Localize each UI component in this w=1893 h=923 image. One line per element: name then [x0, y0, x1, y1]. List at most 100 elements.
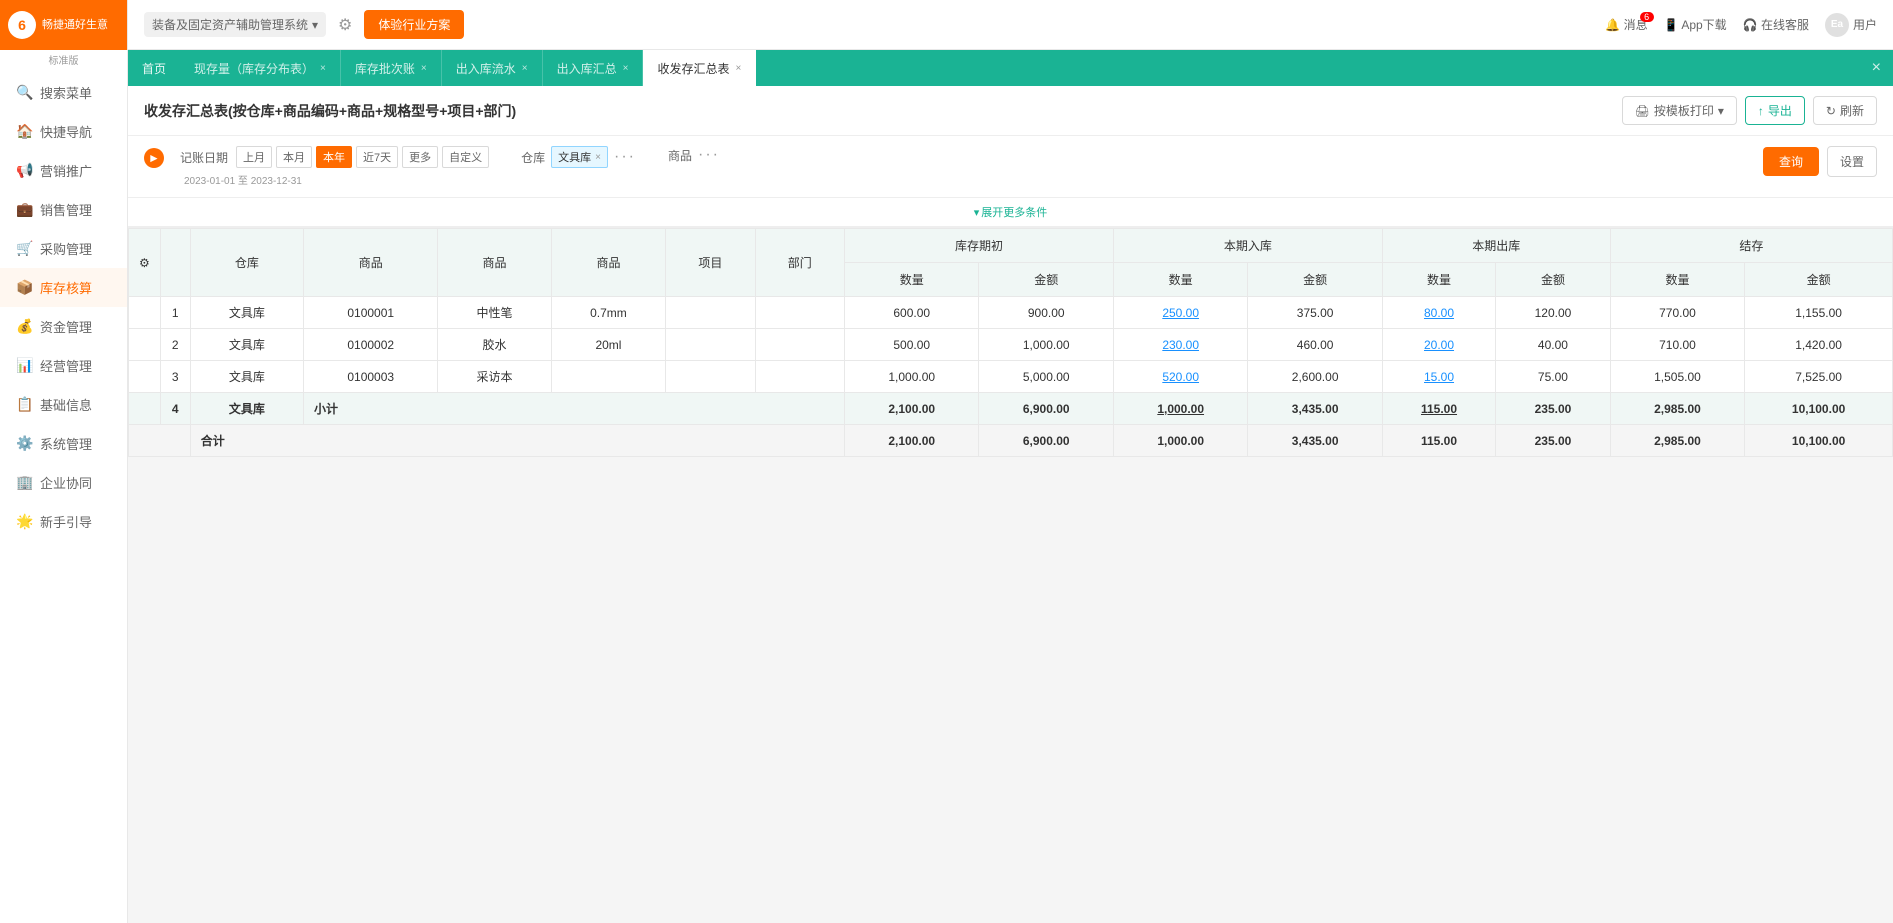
print-button[interactable]: 🖨 按模板打印 ▾	[1622, 96, 1737, 125]
last-month-btn[interactable]: 上月	[236, 146, 272, 168]
row-opening-amt: 900.00	[979, 297, 1113, 329]
refresh-button[interactable]: ↻ 刷新	[1813, 96, 1877, 125]
sidebar-item-label: 采购管理	[40, 239, 92, 258]
total-in-amt: 3,435.00	[1248, 425, 1382, 457]
sidebar-item-marketing[interactable]: 📢 营销推广	[0, 151, 127, 190]
logo-text: 畅捷通好生意	[42, 18, 108, 32]
sidebar-item-system[interactable]: ⚙️ 系统管理	[0, 424, 127, 463]
subtotal-row: 4 文具库 小计 2,100.00 6,900.00 1,000.00 3,43…	[129, 393, 1893, 425]
sidebar-item-finance[interactable]: 💰 资金管理	[0, 307, 127, 346]
tab-close-icon[interactable]: ×	[735, 63, 741, 74]
row-out-qty[interactable]: 80.00	[1382, 297, 1495, 329]
chevron-down-icon: ▾	[974, 206, 980, 219]
goods-more-icon[interactable]: ···	[698, 146, 720, 164]
sales-icon: 💼	[16, 201, 32, 218]
total-out-qty: 115.00	[1382, 425, 1495, 457]
logo-sublabel: 标准版	[0, 50, 127, 73]
total-out-amt: 235.00	[1496, 425, 1611, 457]
subtotal-gear	[129, 393, 161, 425]
tab-label: 出入库流水	[456, 60, 516, 77]
online-service-link[interactable]: 🎧 在线客服	[1743, 16, 1809, 33]
sidebar-item-label: 企业协同	[40, 473, 92, 492]
warehouse-filter-tag: 文具库 ×	[551, 146, 608, 168]
this-year-btn[interactable]: 本年	[316, 146, 352, 168]
th-project: 项目	[666, 229, 755, 297]
sidebar-item-newbie[interactable]: 🌟 新手引导	[0, 502, 127, 541]
th-code: 商品	[303, 229, 437, 297]
last-7days-btn[interactable]: 近7天	[356, 146, 398, 168]
system-name[interactable]: 装备及固定资产辅助管理系统 ▾	[144, 12, 326, 37]
row-project	[666, 329, 755, 361]
tab-label: 现存量（库存分布表）	[194, 60, 314, 77]
tab-close-icon[interactable]: ×	[623, 63, 629, 74]
tab-recv-send-summary[interactable]: 收发存汇总表 ×	[643, 50, 756, 86]
expand-conditions-btn[interactable]: ▾ 展开更多条件	[974, 204, 1048, 220]
th-gear: ⚙	[129, 229, 161, 297]
sidebar-item-search[interactable]: 🔍 搜索菜单	[0, 73, 127, 112]
row-out-amt: 75.00	[1496, 361, 1611, 393]
sidebar-item-label: 库存核算	[40, 278, 92, 297]
row-project	[666, 297, 755, 329]
sidebar-item-label: 销售管理	[40, 200, 92, 219]
th-opening-amt: 金额	[979, 263, 1113, 297]
sidebar-item-purchase[interactable]: 🛒 采购管理	[0, 229, 127, 268]
row-out-qty[interactable]: 15.00	[1382, 361, 1495, 393]
tab-inventory-dist[interactable]: 现存量（库存分布表） ×	[180, 50, 341, 86]
row-in-qty[interactable]: 250.00	[1113, 297, 1247, 329]
user-menu[interactable]: Ea 用户	[1825, 13, 1877, 37]
sidebar-item-inventory[interactable]: 📦 库存核算	[0, 268, 127, 307]
tab-bar: 首页 现存量（库存分布表） × 库存批次账 × 出入库流水 × 出入库汇总 × …	[128, 50, 1893, 86]
logo-icon: 6	[8, 11, 36, 39]
th-opening-qty: 数量	[845, 263, 979, 297]
sidebar-item-quick-nav[interactable]: 🏠 快捷导航	[0, 112, 127, 151]
warehouse-more-icon[interactable]: ···	[614, 148, 636, 166]
gear-icon[interactable]: ⚙	[139, 256, 150, 270]
notification-badge[interactable]: 🔔 6 消息	[1605, 16, 1647, 33]
tab-inout-summary[interactable]: 出入库汇总 ×	[543, 50, 644, 86]
th-spec: 商品	[551, 229, 666, 297]
sidebar-item-label: 经营管理	[40, 356, 92, 375]
this-month-btn[interactable]: 本月	[276, 146, 312, 168]
row-dept	[755, 329, 844, 361]
th-in-group: 本期入库	[1113, 229, 1382, 263]
row-project	[666, 361, 755, 393]
warehouse-filter-label: 仓库	[521, 149, 545, 166]
tab-close-icon[interactable]: ×	[421, 63, 427, 74]
settings-button[interactable]: 设置	[1827, 146, 1877, 177]
row-opening-amt: 5,000.00	[979, 361, 1113, 393]
tab-close-icon[interactable]: ×	[522, 63, 528, 74]
user-label: 用户	[1853, 16, 1877, 33]
row-out-amt: 120.00	[1496, 297, 1611, 329]
row-out-qty[interactable]: 20.00	[1382, 329, 1495, 361]
print-icon: 🖨	[1635, 104, 1650, 118]
purchase-icon: 🛒	[16, 240, 32, 257]
warehouse-tag-close-icon[interactable]: ×	[595, 152, 601, 163]
goods-filter-label: 商品	[668, 147, 692, 164]
trial-button[interactable]: 体验行业方案	[364, 10, 464, 39]
warehouse-tag-value: 文具库	[558, 149, 591, 165]
tab-home[interactable]: 首页	[128, 50, 180, 86]
sidebar-item-enterprise[interactable]: 🏢 企业协同	[0, 463, 127, 502]
sidebar-item-base-info[interactable]: 📋 基础信息	[0, 385, 127, 424]
tab-batch-ledger[interactable]: 库存批次账 ×	[341, 50, 442, 86]
sidebar-item-sales[interactable]: 💼 销售管理	[0, 190, 127, 229]
tab-inout-flow[interactable]: 出入库流水 ×	[442, 50, 543, 86]
th-out-qty: 数量	[1382, 263, 1495, 297]
row-in-qty[interactable]: 520.00	[1113, 361, 1247, 393]
row-balance-qty: 770.00	[1610, 297, 1744, 329]
row-in-qty[interactable]: 230.00	[1113, 329, 1247, 361]
tab-close-icon[interactable]: ×	[320, 63, 326, 74]
custom-date-btn[interactable]: 自定义	[442, 146, 489, 168]
subtotal-in-amt: 3,435.00	[1248, 393, 1382, 425]
app-download-link[interactable]: 📱 App下载	[1664, 16, 1727, 33]
filter-collapse-btn[interactable]: ►	[144, 148, 164, 168]
total-balance-qty: 2,985.00	[1610, 425, 1744, 457]
more-date-btn[interactable]: 更多	[402, 146, 438, 168]
subtotal-label: 小计	[303, 393, 844, 425]
settings-gear-icon[interactable]: ⚙	[338, 15, 352, 35]
query-button[interactable]: 查询	[1763, 147, 1819, 176]
sidebar-item-operations[interactable]: 📊 经营管理	[0, 346, 127, 385]
subtotal-warehouse: 文具库	[190, 393, 303, 425]
close-all-tabs-icon[interactable]: ×	[1860, 59, 1893, 77]
export-button[interactable]: ↑ 导出	[1745, 96, 1805, 125]
